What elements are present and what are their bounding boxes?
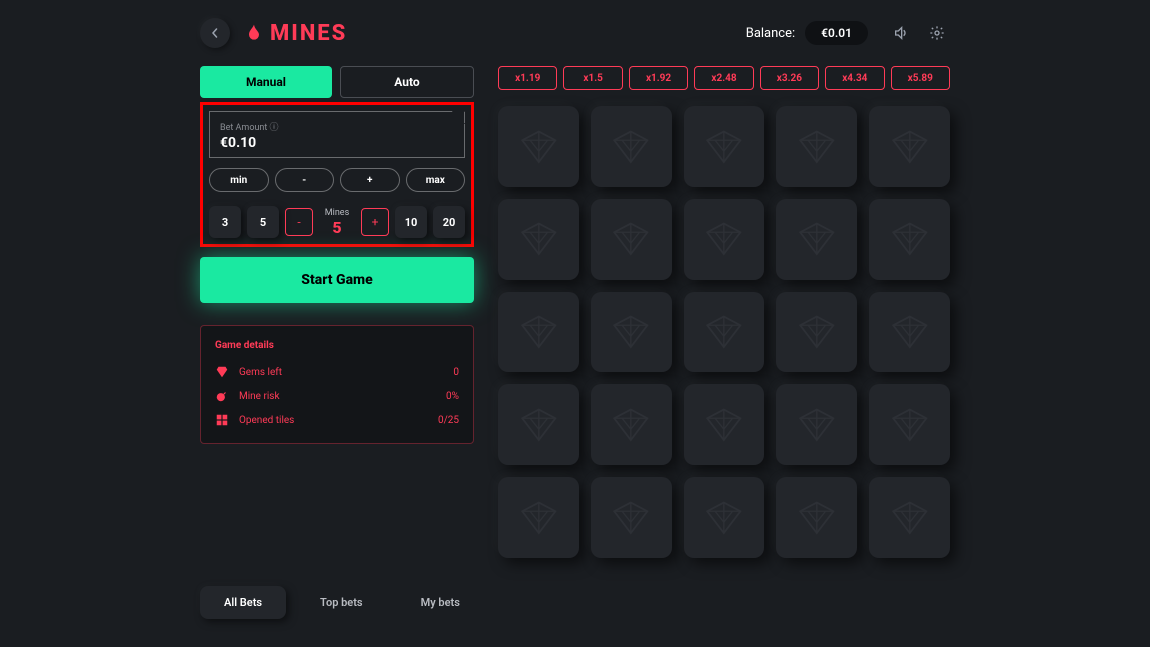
mines-preset-3[interactable]: 3 (209, 206, 241, 238)
game-tile[interactable] (684, 292, 765, 373)
balance-label: Balance: (746, 26, 795, 41)
multiplier-3[interactable]: x2.48 (694, 66, 753, 90)
detail-gems-left: Gems left 0 (215, 365, 459, 379)
mines-label: Mines (319, 208, 355, 218)
multiplier-1[interactable]: x1.5 (563, 66, 622, 90)
game-tile[interactable] (684, 106, 765, 187)
multiplier-4[interactable]: x3.26 (760, 66, 819, 90)
game-tile[interactable] (869, 106, 950, 187)
bet-controls-highlight: Bet Amount ⓘ €0.10 min - + max 3 5 - Min… (200, 102, 474, 247)
game-tile[interactable] (498, 384, 579, 465)
tab-auto[interactable]: Auto (340, 66, 474, 98)
balance-display: Balance: €0.01 (746, 21, 868, 45)
tab-manual[interactable]: Manual (200, 66, 332, 98)
game-tile[interactable] (869, 477, 950, 558)
chevron-left-icon (210, 28, 220, 38)
tab-all-bets[interactable]: All Bets (200, 586, 286, 619)
flame-icon (244, 23, 264, 43)
bet-amount-field[interactable]: Bet Amount ⓘ €0.10 (209, 111, 465, 158)
bet-amount-value: €0.10 (220, 135, 454, 151)
game-tile[interactable] (498, 477, 579, 558)
detail-mine-risk: Mine risk 0% (215, 389, 459, 403)
game-tile[interactable] (591, 384, 672, 465)
bet-amount-label: Bet Amount ⓘ (220, 120, 454, 133)
game-tile[interactable] (684, 477, 765, 558)
mines-count-display: Mines 5 (319, 208, 355, 237)
mines-value: 5 (319, 218, 355, 237)
balance-value: €0.01 (805, 21, 868, 45)
multiplier-0[interactable]: x1.19 (498, 66, 557, 90)
multiplier-2[interactable]: x1.92 (629, 66, 688, 90)
mines-plus-button[interactable]: + (361, 208, 389, 236)
gem-icon (215, 365, 229, 379)
gear-icon (929, 25, 945, 41)
back-button[interactable] (200, 18, 230, 48)
game-tile[interactable] (498, 292, 579, 373)
game-details-card: Game details Gems left 0 Mine risk 0% Op… (200, 325, 474, 444)
mines-preset-5[interactable]: 5 (247, 206, 279, 238)
grid-icon (215, 413, 229, 427)
multiplier-6[interactable]: x5.89 (891, 66, 950, 90)
game-tile[interactable] (591, 477, 672, 558)
game-title: MINES (270, 21, 347, 46)
mines-preset-20[interactable]: 20 (433, 206, 465, 238)
game-tile[interactable] (776, 106, 857, 187)
game-tile[interactable] (869, 292, 950, 373)
multiplier-5[interactable]: x4.34 (825, 66, 884, 90)
game-tile[interactable] (776, 199, 857, 280)
settings-button[interactable] (924, 20, 950, 46)
game-tile[interactable] (498, 199, 579, 280)
game-tile[interactable] (684, 384, 765, 465)
game-tile[interactable] (776, 292, 857, 373)
mines-minus-button[interactable]: - (285, 208, 313, 236)
sound-icon (893, 25, 909, 41)
bet-plus-button[interactable]: + (340, 168, 400, 192)
game-tile[interactable] (498, 106, 579, 187)
tab-top-bets[interactable]: Top bets (296, 586, 387, 619)
detail-opened-tiles: Opened tiles 0/25 (215, 413, 459, 427)
bet-minus-button[interactable]: - (275, 168, 335, 192)
game-tile[interactable] (684, 199, 765, 280)
game-tile[interactable] (591, 292, 672, 373)
game-logo: MINES (244, 21, 347, 46)
game-tile[interactable] (776, 477, 857, 558)
tab-my-bets[interactable]: My bets (397, 586, 484, 619)
bet-min-button[interactable]: min (209, 168, 269, 192)
bomb-icon (215, 389, 229, 403)
game-tile[interactable] (591, 199, 672, 280)
sound-button[interactable] (888, 20, 914, 46)
game-details-title: Game details (215, 340, 459, 351)
mines-preset-10[interactable]: 10 (395, 206, 427, 238)
game-tile[interactable] (869, 384, 950, 465)
game-tile[interactable] (591, 106, 672, 187)
game-tile[interactable] (776, 384, 857, 465)
start-game-button[interactable]: Start Game (200, 257, 474, 303)
bet-max-button[interactable]: max (406, 168, 466, 192)
game-tile[interactable] (869, 199, 950, 280)
